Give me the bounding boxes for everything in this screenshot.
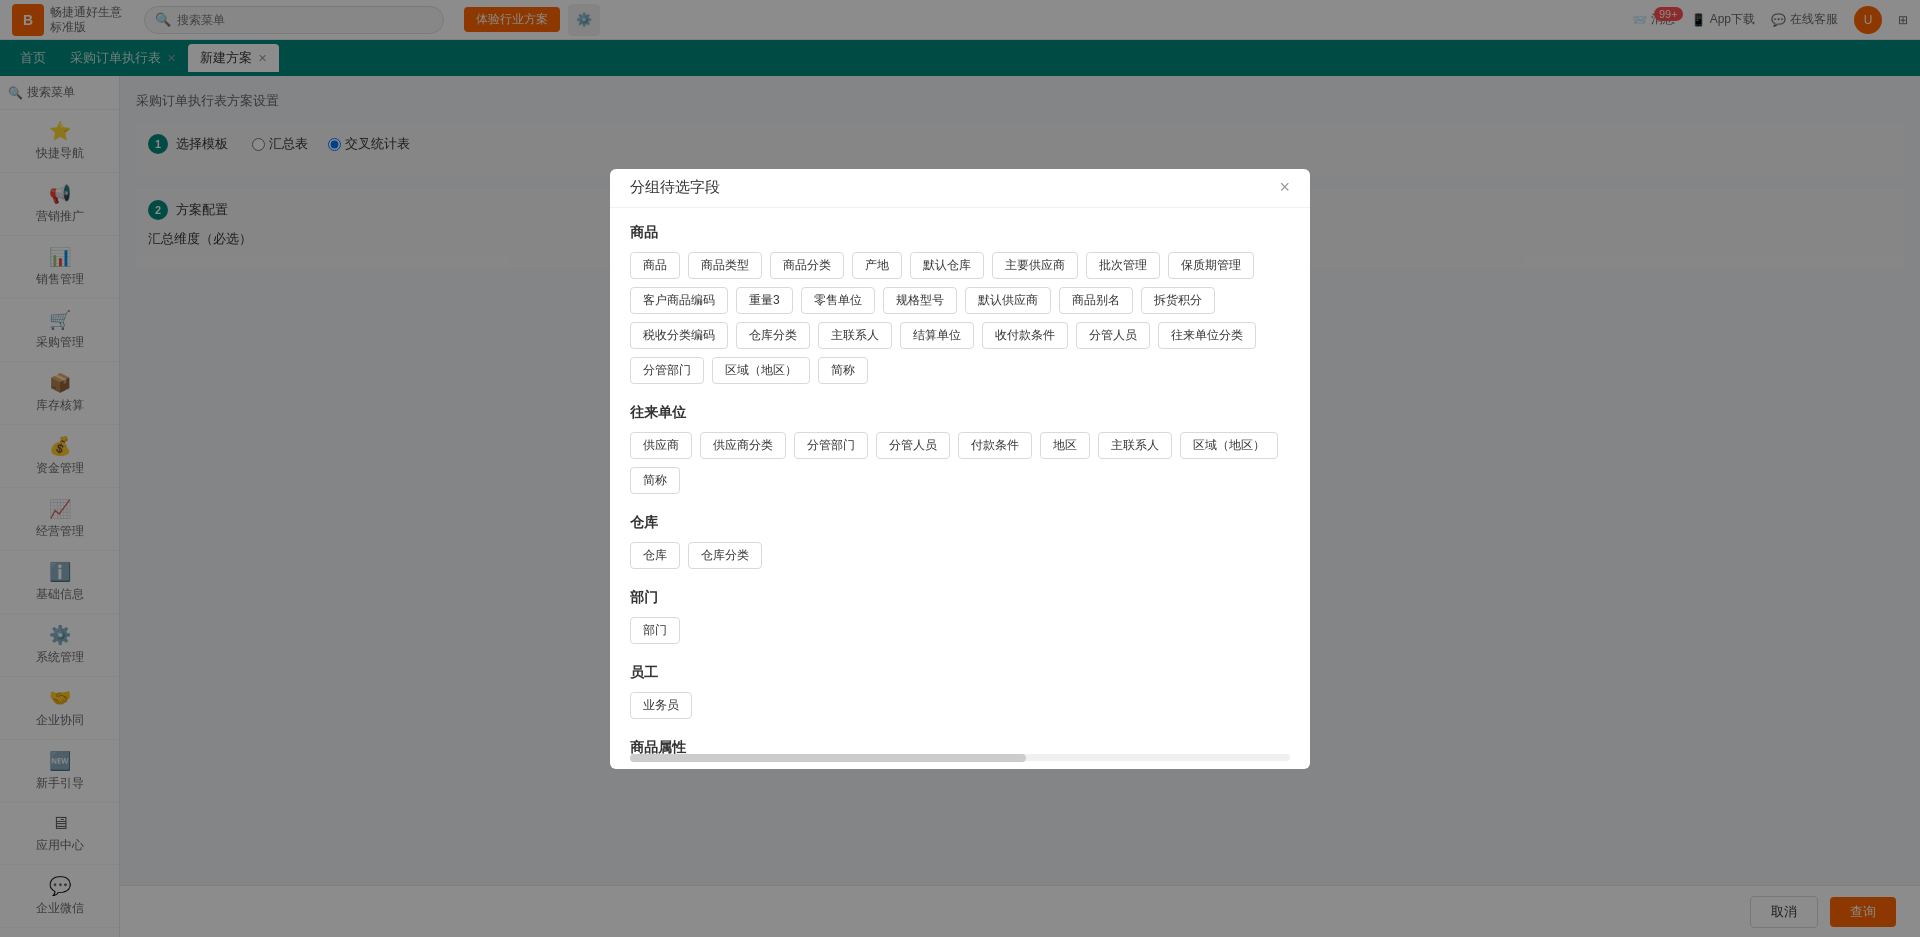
section-warehouse-title: 仓库 xyxy=(630,514,1290,532)
section-goods-attr: 商品属性 属性 颜色 多规格 尺码 鞋码 1 xyxy=(630,739,1290,754)
field-tag[interactable]: 部门 xyxy=(630,617,680,644)
field-tag[interactable]: 保质期管理 xyxy=(1168,252,1254,279)
section-warehouse: 仓库 仓库 仓库分类 xyxy=(630,514,1290,569)
modal-header: 分组待选字段 × xyxy=(610,169,1310,208)
field-tag[interactable]: 主联系人 xyxy=(1098,432,1172,459)
field-tag[interactable]: 商品 xyxy=(630,252,680,279)
field-tag[interactable]: 供应商分类 xyxy=(700,432,786,459)
field-tag[interactable]: 地区 xyxy=(1040,432,1090,459)
modal-horizontal-scrollbar[interactable] xyxy=(630,754,1290,761)
field-tag[interactable]: 仓库分类 xyxy=(688,542,762,569)
field-tag[interactable]: 商品类型 xyxy=(688,252,762,279)
field-tag[interactable]: 商品别名 xyxy=(1059,287,1133,314)
modal-body[interactable]: 商品 商品 商品类型 商品分类 产地 默认仓库 主要供应商 批次管理 保质期管理… xyxy=(610,208,1310,754)
field-tag[interactable]: 零售单位 xyxy=(801,287,875,314)
section-department-title: 部门 xyxy=(630,589,1290,607)
field-tag[interactable]: 仓库 xyxy=(630,542,680,569)
section-partner-fields: 供应商 供应商分类 分管部门 分管人员 付款条件 地区 主联系人 区域（地区） … xyxy=(630,432,1290,494)
section-goods: 商品 商品 商品类型 商品分类 产地 默认仓库 主要供应商 批次管理 保质期管理… xyxy=(630,224,1290,384)
field-tag[interactable]: 往来单位分类 xyxy=(1158,322,1256,349)
modal-close-button[interactable]: × xyxy=(1279,177,1290,198)
field-tag[interactable]: 默认仓库 xyxy=(910,252,984,279)
field-tag[interactable]: 商品分类 xyxy=(770,252,844,279)
section-warehouse-fields: 仓库 仓库分类 xyxy=(630,542,1290,569)
field-tag[interactable]: 批次管理 xyxy=(1086,252,1160,279)
section-department-fields: 部门 xyxy=(630,617,1290,644)
field-tag[interactable]: 客户商品编码 xyxy=(630,287,728,314)
modal-overlay: 分组待选字段 × 商品 商品 商品类型 商品分类 产地 默认仓库 主要供应商 批… xyxy=(0,0,1920,937)
field-tag[interactable]: 重量3 xyxy=(736,287,793,314)
field-tag[interactable]: 简称 xyxy=(818,357,868,384)
field-tag[interactable]: 付款条件 xyxy=(958,432,1032,459)
field-tag[interactable]: 仓库分类 xyxy=(736,322,810,349)
field-tag[interactable]: 简称 xyxy=(630,467,680,494)
section-goods-attr-title: 商品属性 xyxy=(630,739,1290,754)
field-tag[interactable]: 分管人员 xyxy=(1076,322,1150,349)
section-partner: 往来单位 供应商 供应商分类 分管部门 分管人员 付款条件 地区 主联系人 区域… xyxy=(630,404,1290,494)
field-tag[interactable]: 税收分类编码 xyxy=(630,322,728,349)
field-tag[interactable]: 主联系人 xyxy=(818,322,892,349)
field-tag[interactable]: 拆货积分 xyxy=(1141,287,1215,314)
field-tag[interactable]: 分管部门 xyxy=(630,357,704,384)
section-department: 部门 部门 xyxy=(630,589,1290,644)
field-tag[interactable]: 收付款条件 xyxy=(982,322,1068,349)
field-tag[interactable]: 默认供应商 xyxy=(965,287,1051,314)
section-employee-title: 员工 xyxy=(630,664,1290,682)
field-tag[interactable]: 区域（地区） xyxy=(712,357,810,384)
section-goods-title: 商品 xyxy=(630,224,1290,242)
field-tag[interactable]: 业务员 xyxy=(630,692,692,719)
section-employee-fields: 业务员 xyxy=(630,692,1290,719)
field-tag[interactable]: 产地 xyxy=(852,252,902,279)
field-tag[interactable]: 主要供应商 xyxy=(992,252,1078,279)
modal-hscroll-thumb xyxy=(630,754,1026,762)
field-tag[interactable]: 分管部门 xyxy=(794,432,868,459)
field-tag[interactable]: 区域（地区） xyxy=(1180,432,1278,459)
section-employee: 员工 业务员 xyxy=(630,664,1290,719)
section-goods-fields: 商品 商品类型 商品分类 产地 默认仓库 主要供应商 批次管理 保质期管理 客户… xyxy=(630,252,1290,384)
section-partner-title: 往来单位 xyxy=(630,404,1290,422)
field-tag[interactable]: 分管人员 xyxy=(876,432,950,459)
field-tag[interactable]: 结算单位 xyxy=(900,322,974,349)
field-select-modal: 分组待选字段 × 商品 商品 商品类型 商品分类 产地 默认仓库 主要供应商 批… xyxy=(610,169,1310,769)
field-tag[interactable]: 规格型号 xyxy=(883,287,957,314)
modal-title: 分组待选字段 xyxy=(630,178,720,197)
field-tag[interactable]: 供应商 xyxy=(630,432,692,459)
